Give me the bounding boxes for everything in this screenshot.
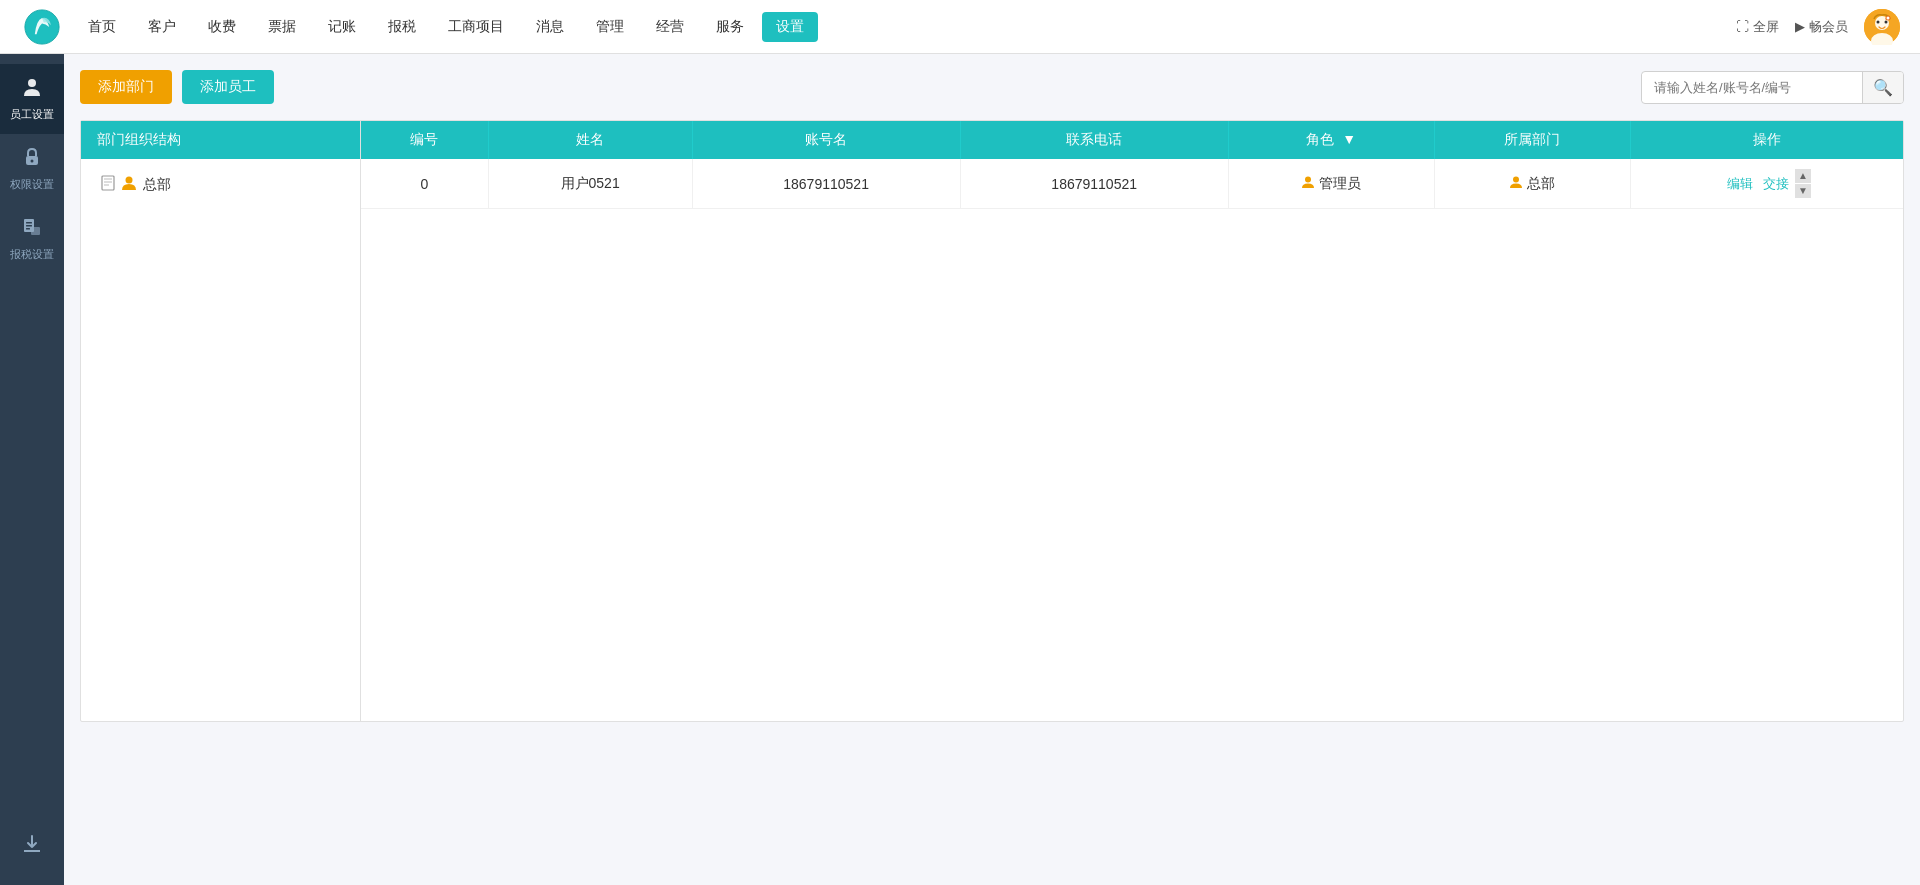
col-header-account: 账号名: [692, 121, 960, 159]
lock-icon: [21, 146, 43, 173]
dept-user-icon-row: [1509, 175, 1523, 192]
search-input[interactable]: [1642, 74, 1862, 101]
svg-point-20: [1513, 177, 1519, 183]
svg-point-7: [1887, 16, 1890, 19]
vip-label: 畅会员: [1809, 18, 1848, 36]
col-header-id: 编号: [361, 121, 488, 159]
logo: [10, 9, 74, 45]
scroll-buttons: ▲ ▼: [1795, 169, 1811, 198]
nav-item-ops[interactable]: 经营: [642, 12, 698, 42]
cell-role: 管理员: [1228, 159, 1434, 209]
search-bar: 🔍: [1641, 71, 1904, 104]
sidebar-item-employees-label: 员工设置: [10, 107, 54, 122]
add-emp-button[interactable]: 添加员工: [182, 70, 274, 104]
dept-user-icon: [121, 175, 137, 194]
svg-rect-13: [26, 222, 32, 224]
cell-phone: 18679110521: [960, 159, 1228, 209]
dept-item-root[interactable]: 总部: [97, 169, 344, 200]
edit-link[interactable]: 编辑: [1727, 175, 1753, 193]
svg-rect-16: [31, 227, 40, 235]
dept-tree-header: 部门组织结构: [81, 121, 360, 159]
svg-text:!: !: [1885, 17, 1886, 22]
sidebar-item-tax-settings[interactable]: 报税设置: [0, 204, 64, 274]
nav-right: ⛶ 全屏 ▶ 畅会员 !: [1736, 9, 1900, 45]
emp-table: 编号 姓名 账号名 联系电话 角色 ▼ 所属部门 操作: [361, 121, 1903, 721]
layout: 员工设置 权限设置 报税设置: [0, 54, 1920, 885]
dept-root-name: 总部: [143, 176, 171, 194]
sidebar-item-employees[interactable]: 员工设置: [0, 64, 64, 134]
transfer-link[interactable]: 交接: [1763, 175, 1789, 193]
col-header-name: 姓名: [488, 121, 692, 159]
avatar[interactable]: !: [1864, 9, 1900, 45]
fullscreen-btn[interactable]: ⛶ 全屏: [1736, 18, 1779, 36]
vip-icon: ▶: [1795, 19, 1805, 34]
search-button[interactable]: 🔍: [1862, 72, 1903, 103]
cell-id: 0: [361, 159, 488, 209]
table-row: 0 用户0521 18679110521 18679110521: [361, 159, 1903, 209]
top-nav: 首页 客户 收费 票据 记账 报税 工商项目 消息 管理 经营 服务 设置 ⛶ …: [0, 0, 1920, 54]
nav-item-service[interactable]: 服务: [702, 12, 758, 42]
cell-actions: 编辑 交接 ▲ ▼: [1630, 159, 1903, 209]
col-header-phone: 联系电话: [960, 121, 1228, 159]
filter-icon[interactable]: ▼: [1342, 131, 1356, 147]
dept-tree-body: 总部: [81, 159, 360, 210]
sidebar-item-tax-settings-label: 报税设置: [10, 247, 54, 262]
employee-table: 编号 姓名 账号名 联系电话 角色 ▼ 所属部门 操作: [361, 121, 1903, 209]
sidebar-bottom: [0, 821, 64, 885]
sidebar-item-permissions-label: 权限设置: [10, 177, 54, 192]
svg-rect-15: [26, 228, 30, 230]
search-icon: 🔍: [1873, 79, 1893, 96]
download-icon: [21, 833, 43, 857]
nav-item-business[interactable]: 工商项目: [434, 12, 518, 42]
role-user-icon: [1301, 175, 1315, 192]
svg-point-19: [1305, 177, 1311, 183]
svg-rect-17: [102, 176, 114, 190]
nav-item-settings[interactable]: 设置: [762, 12, 818, 42]
nav-item-manage[interactable]: 管理: [582, 12, 638, 42]
cell-account: 18679110521: [692, 159, 960, 209]
sidebar-bottom-download[interactable]: [0, 821, 64, 869]
nav-item-bills[interactable]: 票据: [254, 12, 310, 42]
content-area: 部门组织结构: [80, 120, 1904, 722]
nav-item-tax[interactable]: 报税: [374, 12, 430, 42]
toolbar: 添加部门 添加员工 🔍: [80, 70, 1904, 104]
svg-point-18: [126, 177, 133, 184]
cell-dept: 总部: [1434, 159, 1630, 209]
main-content: 添加部门 添加员工 🔍 部门组织结构: [64, 54, 1920, 885]
scroll-down-btn[interactable]: ▼: [1795, 184, 1811, 198]
col-header-actions: 操作: [1630, 121, 1903, 159]
svg-rect-14: [26, 225, 32, 227]
nav-item-client[interactable]: 客户: [134, 12, 190, 42]
nav-item-home[interactable]: 首页: [74, 12, 130, 42]
cell-name: 用户0521: [488, 159, 692, 209]
svg-point-9: [28, 79, 36, 87]
col-header-dept: 所属部门: [1434, 121, 1630, 159]
svg-point-0: [25, 9, 59, 43]
nav-item-bookkeeping[interactable]: 记账: [314, 12, 370, 42]
fullscreen-label: 全屏: [1753, 18, 1779, 36]
scroll-up-btn[interactable]: ▲: [1795, 169, 1811, 183]
tax-settings-icon: [21, 216, 43, 243]
table-header-row: 编号 姓名 账号名 联系电话 角色 ▼ 所属部门 操作: [361, 121, 1903, 159]
svg-point-11: [31, 160, 34, 163]
sidebar-item-permissions[interactable]: 权限设置: [0, 134, 64, 204]
vip-btn[interactable]: ▶ 畅会员: [1795, 18, 1848, 36]
dept-tree: 部门组织结构: [81, 121, 361, 721]
employee-icon: [21, 76, 43, 103]
fullscreen-icon: ⛶: [1736, 19, 1749, 34]
table-body: 0 用户0521 18679110521 18679110521: [361, 159, 1903, 209]
sidebar: 员工设置 权限设置 报税设置: [0, 54, 64, 885]
col-header-role: 角色 ▼: [1228, 121, 1434, 159]
nav-items: 首页 客户 收费 票据 记账 报税 工商项目 消息 管理 经营 服务 设置: [74, 12, 1736, 42]
dept-file-icon: [101, 175, 115, 194]
nav-item-fee[interactable]: 收费: [194, 12, 250, 42]
add-dept-button[interactable]: 添加部门: [80, 70, 172, 104]
svg-point-4: [1877, 20, 1880, 23]
nav-item-message[interactable]: 消息: [522, 12, 578, 42]
